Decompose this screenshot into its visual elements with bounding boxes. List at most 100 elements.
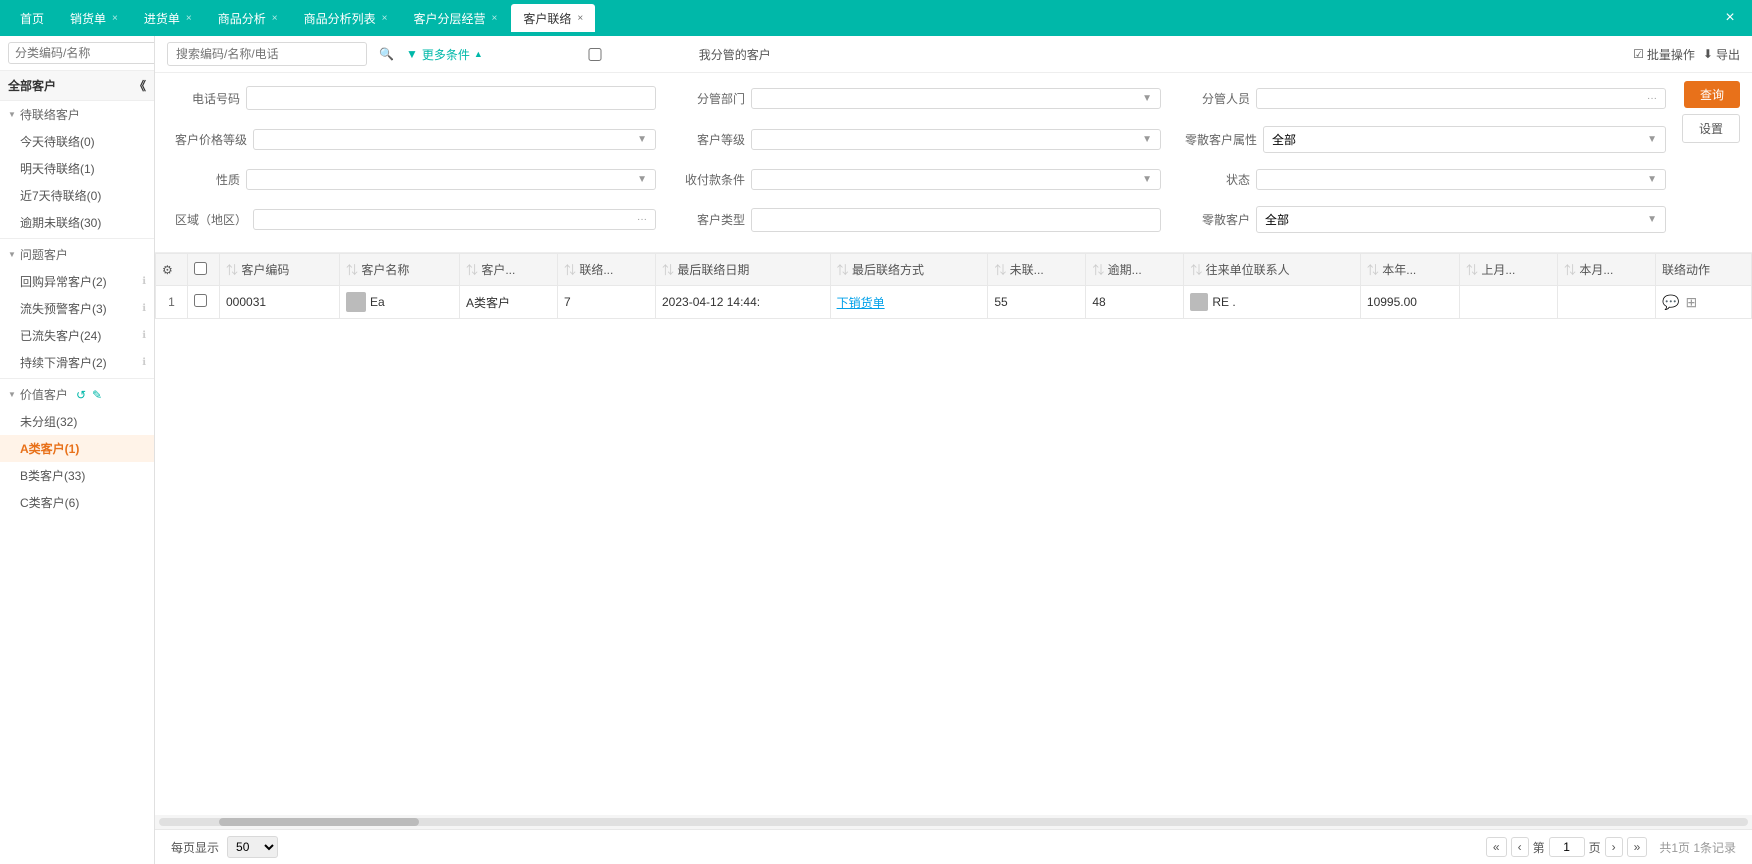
declining-label: 持续下滑客户(2) [20,354,142,371]
col-contacts[interactable]: ⇅ 往来单位联系人 [1184,254,1361,286]
sort-icon11: ⇅ [1466,263,1478,277]
retail-attr-value: 全部 [1272,131,1296,148]
col-contact-count[interactable]: ⇅ 联络... [558,254,656,286]
close-customer-segment-tab-icon[interactable]: × [491,13,497,24]
search-bar-icon[interactable]: 🔍 [379,47,394,61]
select-all-checkbox[interactable] [194,262,207,275]
page-input[interactable] [1549,837,1585,857]
my-customers-checkbox[interactable] [495,48,695,61]
first-page-button[interactable]: « [1486,837,1507,857]
manager-select[interactable]: ··· [1256,88,1666,109]
customer-level-select[interactable]: ▼ [751,129,1161,150]
export-button[interactable]: ⬇ 导出 [1703,46,1740,63]
col-last-date[interactable]: ⇅ 最后联络日期 [656,254,831,286]
nature-label: 性质 [175,171,240,188]
tab-product-analysis-list[interactable]: 商品分析列表 × [292,4,400,32]
col-not-contact[interactable]: ⇅ 未联... [988,254,1086,286]
next-page-button[interactable]: › [1605,837,1623,857]
col-level[interactable]: ⇅ 客户... [460,254,558,286]
filter-customer-type: 客户类型 [672,203,1169,237]
sidebar-item-class-a[interactable]: A类客户(1) [0,435,154,462]
more-conditions-button[interactable]: ▼ 更多条件 ▲ [406,46,483,63]
sidebar-item-tomorrow[interactable]: 明天待联络(1) [0,155,154,182]
settings-button[interactable]: 设置 [1682,114,1740,143]
query-button[interactable]: 查询 [1684,81,1740,108]
close-sales-tab-icon[interactable]: × [112,13,118,24]
sidebar-item-class-c[interactable]: C类客户(6) [0,489,154,516]
col-last-method[interactable]: ⇅ 最后联络方式 [830,254,988,286]
sidebar-item-7days[interactable]: 近7天待联络(0) [0,182,154,209]
tab-customer-segment[interactable]: 客户分层经营 × [401,4,509,32]
filter-row-3: 性质 ▼ 收付款条件 ▼ [167,164,1674,195]
prev-page-button[interactable]: ‹ [1511,837,1529,857]
sidebar-item-declining[interactable]: 持续下滑客户(2) ℹ [0,349,154,376]
col-overdue[interactable]: ⇅ 逾期... [1086,254,1184,286]
per-page-select[interactable]: 50 100 [227,836,278,858]
phone-input[interactable] [246,86,656,110]
search-input[interactable] [167,42,367,66]
col-gear[interactable]: ⚙ [156,254,188,286]
divider2 [0,378,154,379]
region-select[interactable]: ··· [253,209,656,230]
payment-select[interactable]: ▼ [751,169,1161,190]
retail-attr-select[interactable]: 全部 ▼ [1263,126,1666,153]
sidebar-item-ungrouped[interactable]: 未分组(32) [0,408,154,435]
horizontal-scrollbar[interactable] [155,815,1752,829]
table-header-row: ⚙ ⇅ 客户编码 ⇅ 客户名称 ⇅ 客户... ⇅ 联络... ⇅ 最后联络日期… [156,254,1752,286]
sidebar-item-overdue[interactable]: 逾期未联络(30) [0,209,154,236]
gear-icon[interactable]: ⚙ [162,263,173,277]
row-checkbox[interactable] [194,294,207,307]
value-triangle-icon: ▼ [8,390,16,399]
sidebar-item-rebuy-abnormal[interactable]: 回购异常客户(2) ℹ [0,268,154,295]
value-edit-icon[interactable]: ✎ [92,388,102,402]
col-last-month[interactable]: ⇅ 上月... [1460,254,1558,286]
col-checkbox [188,254,220,286]
group-value-customers[interactable]: ▼ 价值客户 ↺ ✎ [0,381,154,408]
status-select[interactable]: ▼ [1256,169,1666,190]
close-product-analysis-list-tab-icon[interactable]: × [382,13,388,24]
col-this-month[interactable]: ⇅ 本月... [1558,254,1656,286]
sidebar-item-churn-warning[interactable]: 流失预警客户(3) ℹ [0,295,154,322]
sidebar-item-today[interactable]: 今天待联络(0) [0,128,154,155]
all-customers-header[interactable]: 全部客户 《 [0,71,154,101]
value-refresh-icon[interactable]: ↺ [76,388,86,402]
sidebar-item-class-b[interactable]: B类客户(33) [0,462,154,489]
price-level-select[interactable]: ▼ [253,129,656,150]
close-purchase-tab-icon[interactable]: × [186,13,192,24]
sort-icon: ⇅ [226,263,238,277]
sidebar-item-churned[interactable]: 已流失客户(24) ℹ [0,322,154,349]
qr-icon[interactable]: ⊞ [1685,294,1697,311]
retail-customer-select[interactable]: 全部 ▼ [1256,206,1666,233]
tab-customer-contact[interactable]: 客户联络 × [511,4,595,32]
chat-icon[interactable]: 💬 [1662,294,1679,311]
tab-sales-order[interactable]: 销货单 × [58,4,130,32]
group-pending-contact[interactable]: ▼ 待联络客户 [0,101,154,128]
dept-select[interactable]: ▼ [751,88,1161,109]
contact-avatar [1190,293,1208,311]
row-last-date: 2023-04-12 14:44: [656,286,831,319]
col-code[interactable]: ⇅ 客户编码 [220,254,340,286]
close-product-analysis-tab-icon[interactable]: × [272,13,278,24]
window-close-button[interactable]: × [1716,4,1744,32]
customer-type-input[interactable] [751,208,1161,232]
col-name[interactable]: ⇅ 客户名称 [340,254,460,286]
sidebar-collapse-icon[interactable]: 《 [134,77,146,94]
contact-name-text: RE . [1212,295,1235,309]
tab-purchase-order[interactable]: 进货单 × [132,4,204,32]
last-page-button[interactable]: » [1627,837,1648,857]
filter-status: 状态 ▼ [1177,164,1674,195]
last-method-link[interactable]: 下销货单 [837,296,885,310]
group-problem-customers[interactable]: ▼ 问题客户 [0,241,154,268]
declining-info-icon: ℹ [142,357,146,368]
tab-product-analysis[interactable]: 商品分析 × [206,4,290,32]
region-label: 区域（地区） [175,211,247,228]
col-this-year[interactable]: ⇅ 本年... [1360,254,1459,286]
sidebar-search-input[interactable] [8,42,155,64]
scrollbar-thumb[interactable] [219,818,419,826]
tab-purchase-label: 进货单 [144,10,180,27]
my-customers-checkbox-label[interactable]: 我分管的客户 [495,46,771,63]
close-customer-contact-tab-icon[interactable]: × [577,13,583,24]
batch-operation-button[interactable]: ☑ 批量操作 [1633,46,1695,63]
nature-select[interactable]: ▼ [246,169,656,190]
tab-home[interactable]: 首页 [8,4,56,32]
